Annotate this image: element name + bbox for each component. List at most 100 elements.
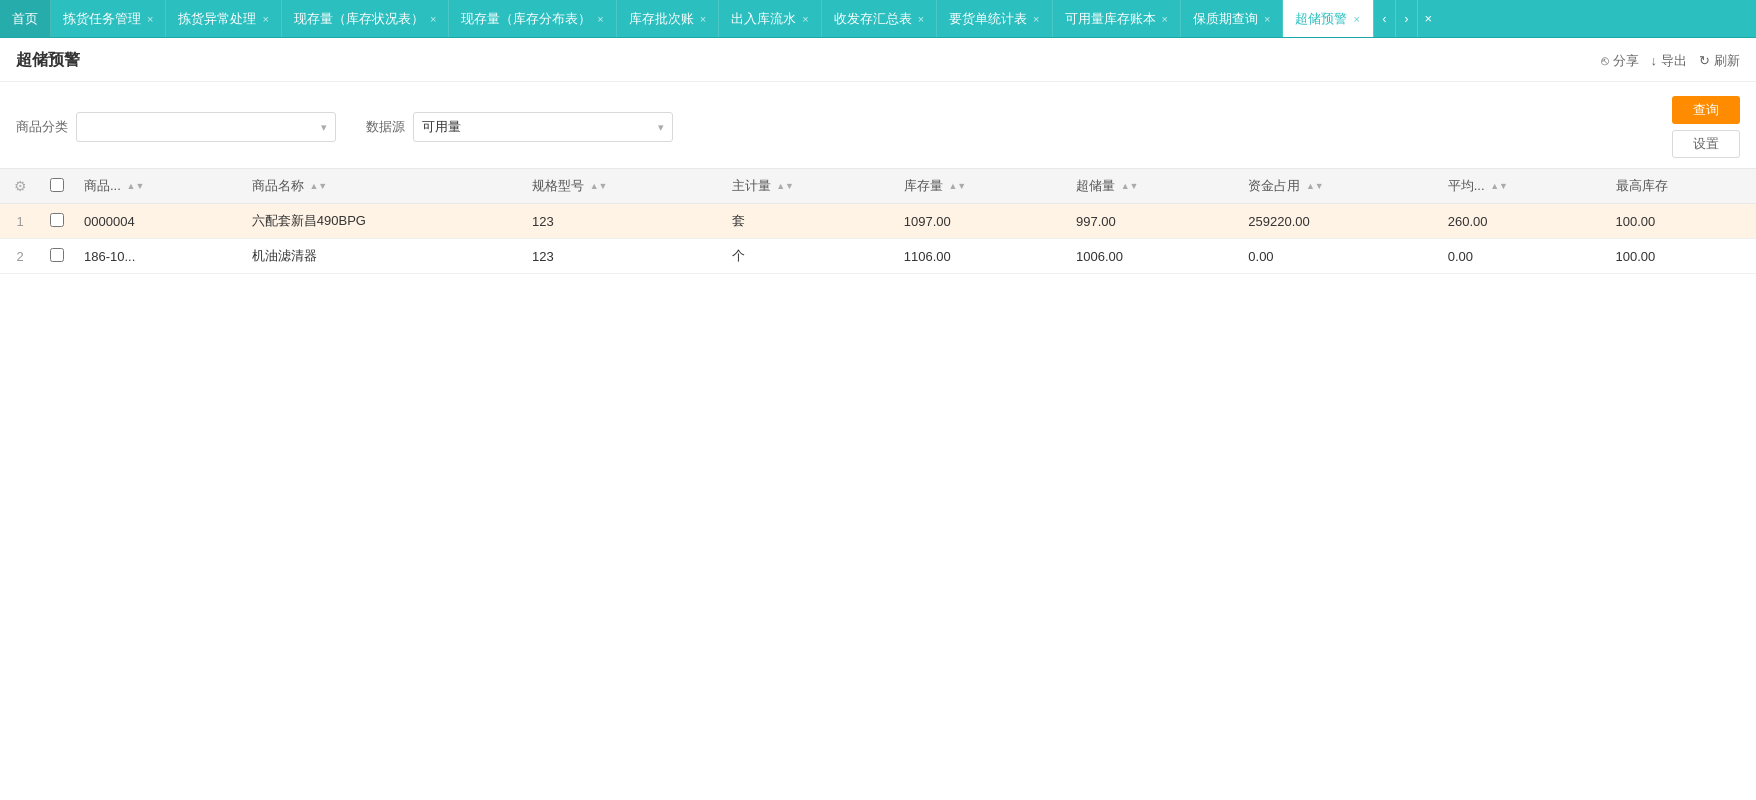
close-icon-abnormal[interactable]: × xyxy=(262,13,268,25)
row-spec: 123 xyxy=(522,239,721,274)
col-header-stock[interactable]: 库存量 ▲▼ xyxy=(894,169,1066,204)
nav-item-order-stat[interactable]: 要货单统计表 × xyxy=(937,0,1052,38)
category-arrow-icon: ▾ xyxy=(321,121,327,134)
row-avg: 0.00 xyxy=(1438,239,1606,274)
col-header-product-name[interactable]: 商品名称 ▲▼ xyxy=(242,169,522,204)
close-icon-quality[interactable]: × xyxy=(1264,13,1270,25)
row-code: 186-10... xyxy=(74,239,242,274)
row-overstock: 1006.00 xyxy=(1066,239,1238,274)
col-label-capital: 资金占用 xyxy=(1248,178,1300,193)
close-icon-inventory-dist[interactable]: × xyxy=(597,13,603,25)
nav-item-inventory-dist[interactable]: 现存量（库存分布表） × xyxy=(449,0,616,38)
close-icon-available-acct[interactable]: × xyxy=(1162,13,1168,25)
close-icon-summary[interactable]: × xyxy=(918,13,924,25)
nav-item-home[interactable]: 首页 xyxy=(0,0,51,38)
row-name: 六配套新昌490BPG xyxy=(242,204,522,239)
page-header: 超储预警 ⎋ 分享 ↓ 导出 ↻ 刷新 xyxy=(0,38,1756,82)
row-seq: 2 xyxy=(0,239,40,274)
filter-area: 商品分类 ▾ 数据源 可用量 ▾ 查询 设置 xyxy=(0,82,1756,168)
close-icon-flow[interactable]: × xyxy=(802,13,808,25)
sort-icon-product-code: ▲▼ xyxy=(126,182,144,191)
settings-button[interactable]: 设置 xyxy=(1672,130,1740,158)
table-wrap: ⚙ 商品... ▲▼ 商品名称 ▲▼ 规格型号 ▲▼ xyxy=(0,168,1756,274)
col-label-product-code: 商品... xyxy=(84,178,121,193)
nav-label-task-mgmt: 拣货任务管理 xyxy=(63,10,141,28)
nav-item-flow[interactable]: 出入库流水 × xyxy=(719,0,821,38)
row-avg: 260.00 xyxy=(1438,204,1606,239)
col-header-max-stock: 最高库存 xyxy=(1606,169,1757,204)
table-row: 1 0000004 六配套新昌490BPG 123 套 1097.00 997.… xyxy=(0,204,1756,239)
row-checkbox-cell xyxy=(40,204,74,239)
row-max-stock: 100.00 xyxy=(1606,204,1757,239)
nav-item-abnormal[interactable]: 拣货异常处理 × xyxy=(166,0,281,38)
category-label: 商品分类 xyxy=(16,118,68,136)
col-header-avg[interactable]: 平均... ▲▼ xyxy=(1438,169,1606,204)
nav-item-quality[interactable]: 保质期查询 × xyxy=(1181,0,1283,38)
row-checkbox-0[interactable] xyxy=(50,213,64,227)
data-table: ⚙ 商品... ▲▼ 商品名称 ▲▼ 规格型号 ▲▼ xyxy=(0,168,1756,274)
col-header-overstock[interactable]: 超储量 ▲▼ xyxy=(1066,169,1238,204)
close-icon-batch[interactable]: × xyxy=(700,13,706,25)
datasource-arrow-icon: ▾ xyxy=(658,121,664,134)
refresh-button[interactable]: ↻ 刷新 xyxy=(1699,52,1740,70)
col-header-spec[interactable]: 规格型号 ▲▼ xyxy=(522,169,721,204)
col-header-unit[interactable]: 主计量 ▲▼ xyxy=(722,169,894,204)
page-content: 超储预警 ⎋ 分享 ↓ 导出 ↻ 刷新 商品分类 ▾ 数据源 xyxy=(0,38,1756,800)
nav-arrow-right[interactable]: › xyxy=(1395,0,1417,38)
close-icon-overstock[interactable]: × xyxy=(1353,13,1359,25)
nav-item-task-mgmt[interactable]: 拣货任务管理 × xyxy=(51,0,166,38)
filter-buttons: 查询 设置 xyxy=(1672,96,1740,158)
row-name: 机油滤清器 xyxy=(242,239,522,274)
select-all-checkbox[interactable] xyxy=(50,178,64,192)
sort-icon-avg: ▲▼ xyxy=(1490,182,1508,191)
header-actions: ⎋ 分享 ↓ 导出 ↻ 刷新 xyxy=(1601,52,1741,70)
query-button[interactable]: 查询 xyxy=(1672,96,1740,124)
row-checkbox-1[interactable] xyxy=(50,248,64,262)
sort-icon-overstock: ▲▼ xyxy=(1121,182,1139,191)
row-unit: 个 xyxy=(722,239,894,274)
nav-item-batch[interactable]: 库存批次账 × xyxy=(617,0,719,38)
checkbox-header xyxy=(40,169,74,204)
sort-icon-capital: ▲▼ xyxy=(1306,182,1324,191)
datasource-label: 数据源 xyxy=(366,118,405,136)
nav-item-inventory-status[interactable]: 现存量（库存状况表） × xyxy=(282,0,449,38)
datasource-select[interactable]: 可用量 ▾ xyxy=(413,112,673,142)
row-unit: 套 xyxy=(722,204,894,239)
nav-item-summary[interactable]: 收发存汇总表 × xyxy=(822,0,937,38)
col-label-stock: 库存量 xyxy=(904,178,943,193)
row-code: 0000004 xyxy=(74,204,242,239)
row-overstock: 997.00 xyxy=(1066,204,1238,239)
nav-label-available-acct: 可用量库存账本 xyxy=(1065,10,1156,28)
datasource-value: 可用量 xyxy=(422,118,461,136)
nav-label-order-stat: 要货单统计表 xyxy=(949,10,1027,28)
nav-arrow-close[interactable]: × xyxy=(1417,0,1439,38)
row-capital: 259220.00 xyxy=(1238,204,1437,239)
row-max-stock: 100.00 xyxy=(1606,239,1757,274)
share-label: 分享 xyxy=(1613,52,1639,70)
category-select[interactable]: ▾ xyxy=(76,112,336,142)
col-header-product-code[interactable]: 商品... ▲▼ xyxy=(74,169,242,204)
close-icon-inventory-status[interactable]: × xyxy=(430,13,436,25)
sort-icon-product-name: ▲▼ xyxy=(309,182,327,191)
sort-icon-spec: ▲▼ xyxy=(590,182,608,191)
col-header-capital[interactable]: 资金占用 ▲▼ xyxy=(1238,169,1437,204)
nav-label-flow: 出入库流水 xyxy=(731,10,796,28)
nav-label-inventory-dist: 现存量（库存分布表） xyxy=(461,10,591,28)
row-checkbox-cell xyxy=(40,239,74,274)
nav-item-available-acct[interactable]: 可用量库存账本 × xyxy=(1053,0,1181,38)
top-nav: 首页 拣货任务管理 × 拣货异常处理 × 现存量（库存状况表） × 现存量（库存… xyxy=(0,0,1756,38)
nav-arrow-left[interactable]: ‹ xyxy=(1373,0,1395,38)
share-button[interactable]: ⎋ 分享 xyxy=(1601,52,1639,70)
export-button[interactable]: ↓ 导出 xyxy=(1651,52,1688,70)
sort-icon-unit: ▲▼ xyxy=(776,182,794,191)
page-title: 超储预警 xyxy=(16,50,80,71)
row-spec: 123 xyxy=(522,204,721,239)
nav-item-overstock[interactable]: 超储预警 × xyxy=(1283,0,1372,38)
nav-label-quality: 保质期查询 xyxy=(1193,10,1258,28)
refresh-icon: ↻ xyxy=(1699,53,1710,68)
close-icon-task-mgmt[interactable]: × xyxy=(147,13,153,25)
close-icon-order-stat[interactable]: × xyxy=(1033,13,1039,25)
col-label-overstock: 超储量 xyxy=(1076,178,1115,193)
col-label-avg: 平均... xyxy=(1448,178,1485,193)
column-settings-icon[interactable]: ⚙ xyxy=(14,178,27,194)
